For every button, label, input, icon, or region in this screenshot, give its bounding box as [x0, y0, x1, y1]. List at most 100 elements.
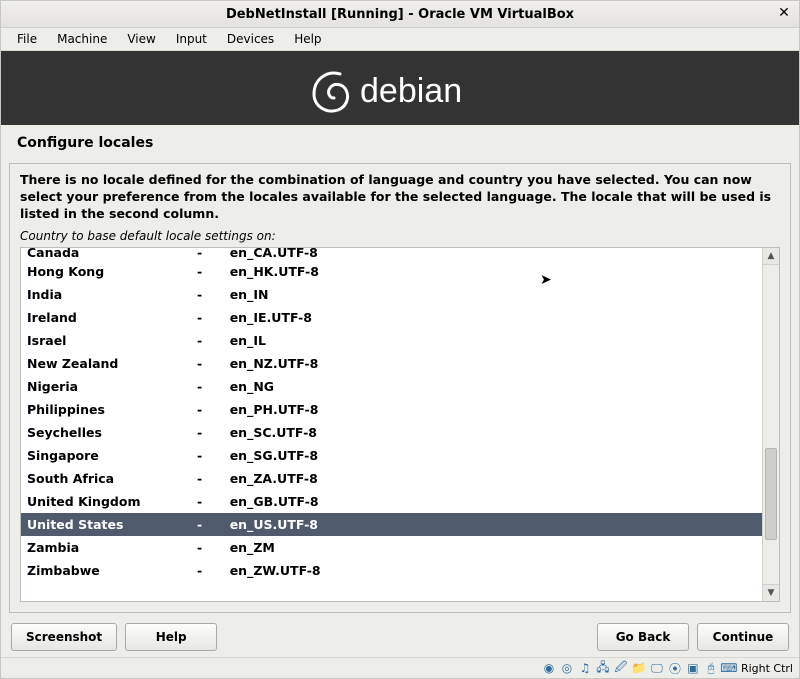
- menu-devices[interactable]: Devices: [217, 30, 284, 48]
- scrollbar[interactable]: ▲ ▼: [762, 248, 779, 601]
- locale-country: South Africa: [27, 471, 197, 486]
- recording-icon[interactable]: ⦿: [667, 660, 683, 676]
- audio-icon[interactable]: ♫: [577, 660, 593, 676]
- locale-row[interactable]: New Zealand- en_NZ.UTF-8: [21, 352, 762, 375]
- locale-row[interactable]: Israel- en_IL: [21, 329, 762, 352]
- menu-file[interactable]: File: [7, 30, 47, 48]
- locale-code: en_IE.UTF-8: [221, 310, 312, 325]
- locale-row[interactable]: Zimbabwe- en_ZW.UTF-8: [21, 559, 762, 582]
- locale-country: Zimbabwe: [27, 563, 197, 578]
- locale-sep: -: [197, 356, 221, 371]
- display-icon[interactable]: 🖵: [649, 660, 665, 676]
- network-icon[interactable]: 🖧: [595, 660, 611, 676]
- screenshot-button[interactable]: Screenshot: [11, 623, 117, 651]
- locale-row[interactable]: United Kingdom- en_GB.UTF-8: [21, 490, 762, 513]
- locale-sep: -: [197, 540, 221, 555]
- locale-country: Hong Kong: [27, 264, 197, 279]
- scroll-down-icon[interactable]: ▼: [763, 584, 779, 601]
- page-title: Configure locales: [1, 125, 799, 163]
- locale-code: en_IL: [221, 333, 266, 348]
- locale-sep: -: [197, 333, 221, 348]
- menubar: File Machine View Input Devices Help: [1, 28, 799, 51]
- locale-code: en_SG.UTF-8: [221, 448, 318, 463]
- locale-sep: -: [197, 379, 221, 394]
- locale-sep: -: [197, 287, 221, 302]
- locale-code: en_CA.UTF-8: [221, 248, 318, 260]
- locale-country: Israel: [27, 333, 197, 348]
- cpu-icon[interactable]: ▣: [685, 660, 701, 676]
- host-key-icon[interactable]: ⌨: [721, 660, 737, 676]
- locale-country: Singapore: [27, 448, 197, 463]
- window-title: DebNetInstall [Running] - Oracle VM Virt…: [226, 7, 574, 22]
- locale-sep: -: [197, 248, 221, 260]
- locale-row[interactable]: Hong Kong- en_HK.UTF-8: [21, 260, 762, 283]
- locale-row[interactable]: Philippines- en_PH.UTF-8: [21, 398, 762, 421]
- locale-country: Nigeria: [27, 379, 197, 394]
- host-key-label: Right Ctrl: [741, 662, 793, 675]
- locale-row[interactable]: Seychelles- en_SC.UTF-8: [21, 421, 762, 444]
- shared-folder-icon[interactable]: 📁: [631, 660, 647, 676]
- optical-drive-icon[interactable]: ◉: [541, 660, 557, 676]
- hard-disk-icon[interactable]: ◎: [559, 660, 575, 676]
- titlebar: DebNetInstall [Running] - Oracle VM Virt…: [1, 1, 799, 28]
- statusbar: ◉ ◎ ♫ 🖧 🖉 📁 🖵 ⦿ ▣ 🖰 ⌨ Right Ctrl: [1, 657, 799, 678]
- locale-row[interactable]: Nigeria- en_NG: [21, 375, 762, 398]
- locale-sep: -: [197, 310, 221, 325]
- usb-icon[interactable]: 🖉: [613, 660, 629, 676]
- locale-row[interactable]: United States- en_US.UTF-8: [21, 513, 762, 536]
- menu-machine[interactable]: Machine: [47, 30, 117, 48]
- scroll-thumb[interactable]: [765, 448, 777, 540]
- locale-country: United Kingdom: [27, 494, 197, 509]
- debian-logo-icon: debian: [300, 62, 500, 118]
- close-icon[interactable]: ✕: [775, 4, 793, 22]
- main-panel: There is no locale defined for the combi…: [9, 163, 791, 613]
- locale-sep: -: [197, 448, 221, 463]
- vm-window: DebNetInstall [Running] - Oracle VM Virt…: [0, 0, 800, 679]
- prompt-text: Country to base default locale settings …: [20, 229, 780, 243]
- locale-code: en_GB.UTF-8: [221, 494, 319, 509]
- locale-row[interactable]: South Africa- en_ZA.UTF-8: [21, 467, 762, 490]
- locale-sep: -: [197, 425, 221, 440]
- spacer: [225, 623, 589, 651]
- debian-wordmark: debian: [360, 72, 462, 110]
- locale-code: en_ZA.UTF-8: [221, 471, 318, 486]
- locale-code: en_PH.UTF-8: [221, 402, 318, 417]
- locale-row[interactable]: Zambia- en_ZM: [21, 536, 762, 559]
- locale-code: en_HK.UTF-8: [221, 264, 319, 279]
- locale-sep: -: [197, 264, 221, 279]
- scroll-up-icon[interactable]: ▲: [763, 248, 779, 265]
- locale-country: United States: [27, 517, 197, 532]
- locale-country: Ireland: [27, 310, 197, 325]
- locale-code: en_NG: [221, 379, 274, 394]
- locale-sep: -: [197, 402, 221, 417]
- locale-row[interactable]: Ireland- en_IE.UTF-8: [21, 306, 762, 329]
- locale-sep: -: [197, 563, 221, 578]
- locale-row[interactable]: Singapore- en_SG.UTF-8: [21, 444, 762, 467]
- locale-sep: -: [197, 517, 221, 532]
- guest-screen: debian Configure locales There is no loc…: [1, 51, 799, 657]
- locale-code: en_NZ.UTF-8: [221, 356, 318, 371]
- menu-help[interactable]: Help: [284, 30, 331, 48]
- locale-code: en_ZW.UTF-8: [221, 563, 321, 578]
- instruction-text: There is no locale defined for the combi…: [20, 172, 780, 223]
- menu-view[interactable]: View: [117, 30, 165, 48]
- locale-country: Zambia: [27, 540, 197, 555]
- locale-country: Philippines: [27, 402, 197, 417]
- locale-code: en_ZM: [221, 540, 275, 555]
- locale-country: Seychelles: [27, 425, 197, 440]
- menu-input[interactable]: Input: [166, 30, 217, 48]
- locale-code: en_SC.UTF-8: [221, 425, 317, 440]
- debian-banner: debian: [1, 51, 799, 125]
- mouse-integration-icon[interactable]: 🖰: [703, 660, 719, 676]
- go-back-button[interactable]: Go Back: [597, 623, 689, 651]
- locale-listbox: Canada- en_CA.UTF-8Hong Kong- en_HK.UTF-…: [20, 247, 780, 602]
- locale-list[interactable]: Canada- en_CA.UTF-8Hong Kong- en_HK.UTF-…: [21, 248, 762, 601]
- locale-row[interactable]: Canada- en_CA.UTF-8: [21, 248, 762, 260]
- locale-country: Canada: [27, 248, 197, 260]
- locale-code: en_US.UTF-8: [221, 517, 318, 532]
- locale-code: en_IN: [221, 287, 268, 302]
- continue-button[interactable]: Continue: [697, 623, 789, 651]
- locale-row[interactable]: India- en_IN: [21, 283, 762, 306]
- button-row: Screenshot Help Go Back Continue: [1, 613, 799, 657]
- help-button[interactable]: Help: [125, 623, 217, 651]
